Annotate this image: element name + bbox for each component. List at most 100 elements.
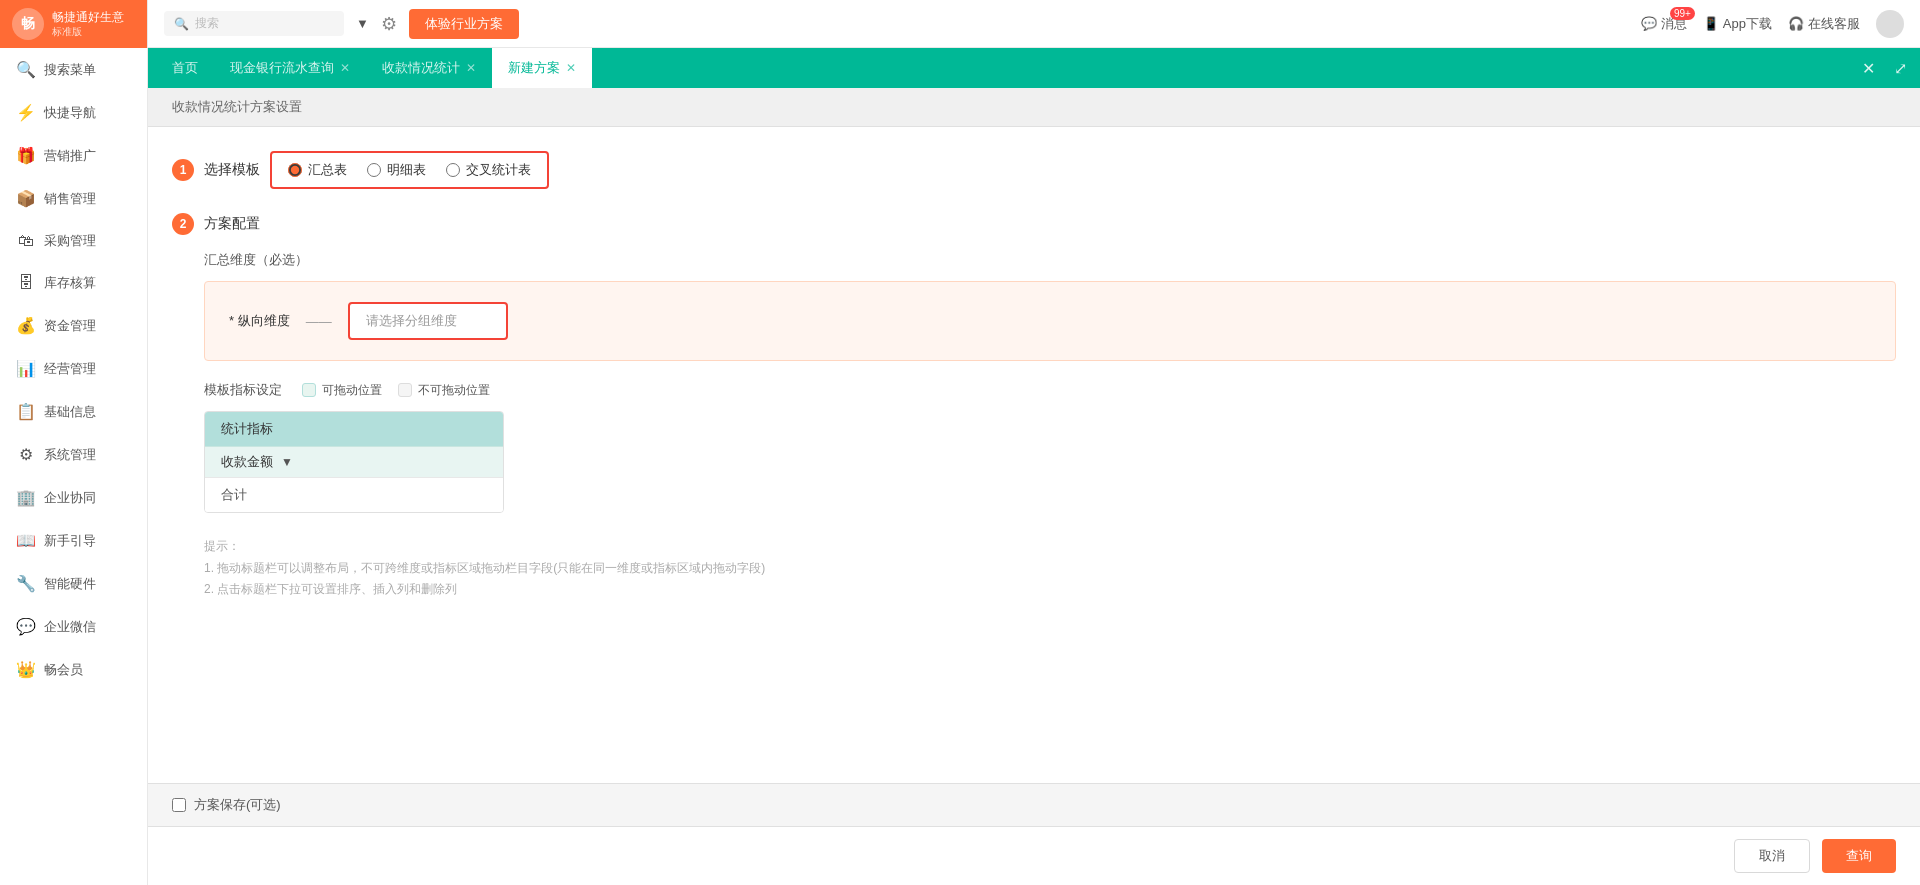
phone-icon: 📱 xyxy=(1703,16,1719,31)
sidebar-item-label: 库存核算 xyxy=(44,274,96,292)
sidebar-item-enterprise[interactable]: 🏢 企业协同 xyxy=(0,476,147,519)
logo-title: 畅捷通好生意 xyxy=(52,10,124,26)
sidebar-item-search-menu[interactable]: 🔍 搜索菜单 xyxy=(0,48,147,91)
sidebar-item-member[interactable]: 👑 畅会员 xyxy=(0,648,147,691)
sidebar-item-system[interactable]: ⚙ 系统管理 xyxy=(0,433,147,476)
legend-draggable-dot xyxy=(302,383,316,397)
sidebar-item-label: 系统管理 xyxy=(44,446,96,464)
maximize-btn[interactable]: ⤢ xyxy=(1888,56,1912,80)
logo-text-block: 畅捷通好生意 标准版 xyxy=(52,10,124,39)
page-body: 1 选择模板 汇总表 明细表 交叉统计表 xyxy=(148,127,1920,783)
tab-collection-stats[interactable]: 收款情况统计 ✕ xyxy=(366,48,492,88)
purchase-icon: 🛍 xyxy=(16,232,36,250)
step2-header: 2 方案配置 xyxy=(172,213,1896,235)
tabbar: 首页 现金银行流水查询 ✕ 收款情况统计 ✕ 新建方案 ✕ ✕ ⤢ xyxy=(148,48,1920,88)
search-icon: 🔍 xyxy=(174,17,189,31)
summary-dimension-section: 汇总维度（必选） * 纵向维度 —— 请选择分组维度 xyxy=(204,251,1896,601)
dimension-area: * 纵向维度 —— 请选择分组维度 xyxy=(204,281,1896,361)
tab-window-buttons: ✕ ⤢ xyxy=(1856,56,1912,80)
save-checkbox-label: 方案保存(可选) xyxy=(194,796,281,814)
dimension-select[interactable]: 请选择分组维度 xyxy=(348,302,508,340)
metrics-row-1-dropdown[interactable]: ▼ xyxy=(281,455,293,469)
step2-number: 2 xyxy=(172,213,194,235)
breadcrumb-text: 收款情况统计方案设置 xyxy=(172,99,302,114)
app-download-btn[interactable]: 📱 App下载 xyxy=(1703,15,1772,33)
sidebar-item-quick-nav[interactable]: ⚡ 快捷导航 xyxy=(0,91,147,134)
metrics-table: 统计指标 收款金额 ▼ 合计 xyxy=(204,411,504,513)
tab-new-plan-close[interactable]: ✕ xyxy=(566,61,576,75)
metrics-row-1[interactable]: 收款金额 ▼ xyxy=(205,446,503,477)
radio-detail-input[interactable] xyxy=(367,163,381,177)
finance-icon: 💰 xyxy=(16,316,36,335)
guide-icon: 📖 xyxy=(16,531,36,550)
marketing-icon: 🎁 xyxy=(16,146,36,165)
tab-bank-flow-close[interactable]: ✕ xyxy=(340,61,350,75)
operations-icon: 📊 xyxy=(16,359,36,378)
inventory-icon: 🗄 xyxy=(16,274,36,292)
basic-info-icon: 📋 xyxy=(16,402,36,421)
logo-badge: 标准版 xyxy=(52,25,124,38)
template-select-box: 汇总表 明细表 交叉统计表 xyxy=(270,151,549,189)
radio-crosstab-input[interactable] xyxy=(446,163,460,177)
radio-detail-label: 明细表 xyxy=(387,161,426,179)
radio-summary-input[interactable] xyxy=(288,163,302,177)
metrics-section: 模板指标设定 可拖动位置 不可拖动位置 xyxy=(204,381,1896,516)
search-placeholder: 搜索 xyxy=(195,15,219,32)
sidebar-logo: 畅 畅捷通好生意 标准版 xyxy=(0,0,147,48)
sidebar-item-basic-info[interactable]: 📋 基础信息 xyxy=(0,390,147,433)
tab-home-label: 首页 xyxy=(172,59,198,77)
radio-summary[interactable]: 汇总表 xyxy=(288,161,347,179)
sidebar-item-label: 搜索菜单 xyxy=(44,61,96,79)
step2-section: 2 方案配置 汇总维度（必选） * 纵向维度 —— 请选择分组维度 xyxy=(172,213,1896,601)
cancel-button[interactable]: 取消 xyxy=(1734,839,1810,873)
tab-new-plan[interactable]: 新建方案 ✕ xyxy=(492,48,592,88)
sidebar-item-inventory[interactable]: 🗄 库存核算 xyxy=(0,262,147,304)
quick-nav-icon: ⚡ xyxy=(16,103,36,122)
tab-new-plan-label: 新建方案 xyxy=(508,59,560,77)
sidebar-item-purchase[interactable]: 🛍 采购管理 xyxy=(0,220,147,262)
step1-number: 1 xyxy=(172,159,194,181)
sidebar-item-wechat[interactable]: 💬 企业微信 xyxy=(0,605,147,648)
notification-btn[interactable]: 💬 消息 99+ xyxy=(1641,15,1687,33)
sidebar-item-finance[interactable]: 💰 资金管理 xyxy=(0,304,147,347)
sidebar-item-label: 营销推广 xyxy=(44,147,96,165)
user-avatar xyxy=(1876,10,1904,38)
radio-crosstab-label: 交叉统计表 xyxy=(466,161,531,179)
trial-btn[interactable]: 体验行业方案 xyxy=(409,9,519,39)
dimension-row: * 纵向维度 —— 请选择分组维度 xyxy=(229,302,1871,340)
footer-save: 方案保存(可选) xyxy=(148,783,1920,826)
tab-bank-flow[interactable]: 现金银行流水查询 ✕ xyxy=(214,48,366,88)
metrics-header: 模板指标设定 可拖动位置 不可拖动位置 xyxy=(204,381,1896,399)
radio-crosstab[interactable]: 交叉统计表 xyxy=(446,161,531,179)
notification-badge: 99+ xyxy=(1670,7,1695,20)
sidebar-item-guide[interactable]: 📖 新手引导 xyxy=(0,519,147,562)
sidebar-item-sales[interactable]: 📦 销售管理 xyxy=(0,177,147,220)
topbar-dropdown[interactable]: ▼ xyxy=(356,16,369,31)
page-breadcrumb: 收款情况统计方案设置 xyxy=(148,88,1920,127)
sidebar-item-operations[interactable]: 📊 经营管理 xyxy=(0,347,147,390)
metrics-setting-label: 模板指标设定 xyxy=(204,381,282,399)
sidebar-item-marketing[interactable]: 🎁 营销推广 xyxy=(0,134,147,177)
query-button[interactable]: 查询 xyxy=(1822,839,1896,873)
save-checkbox[interactable] xyxy=(172,798,186,812)
tab-collection-stats-close[interactable]: ✕ xyxy=(466,61,476,75)
sidebar-item-label: 采购管理 xyxy=(44,232,96,250)
legend-undraggable-label: 不可拖动位置 xyxy=(418,382,490,399)
customer-service-btn[interactable]: 🎧 在线客服 xyxy=(1788,15,1860,33)
close-window-btn[interactable]: ✕ xyxy=(1856,56,1880,80)
legend-draggable: 可拖动位置 xyxy=(302,382,382,399)
vertical-dimension-label: * 纵向维度 xyxy=(229,312,290,330)
notification-icon: 💬 xyxy=(1641,16,1657,31)
sidebar-item-smart-hw[interactable]: 🔧 智能硬件 xyxy=(0,562,147,605)
smart-hw-icon: 🔧 xyxy=(16,574,36,593)
gear-icon[interactable]: ⚙ xyxy=(381,13,397,35)
tab-home[interactable]: 首页 xyxy=(156,48,214,88)
radio-detail[interactable]: 明细表 xyxy=(367,161,426,179)
sidebar-item-label: 销售管理 xyxy=(44,190,96,208)
topbar-user[interactable] xyxy=(1876,10,1904,38)
sidebar-item-label: 经营管理 xyxy=(44,360,96,378)
sidebar-item-label: 智能硬件 xyxy=(44,575,96,593)
tips-title: 提示： xyxy=(204,539,240,553)
sidebar-item-label: 资金管理 xyxy=(44,317,96,335)
topbar-search[interactable]: 🔍 搜索 xyxy=(164,11,344,36)
